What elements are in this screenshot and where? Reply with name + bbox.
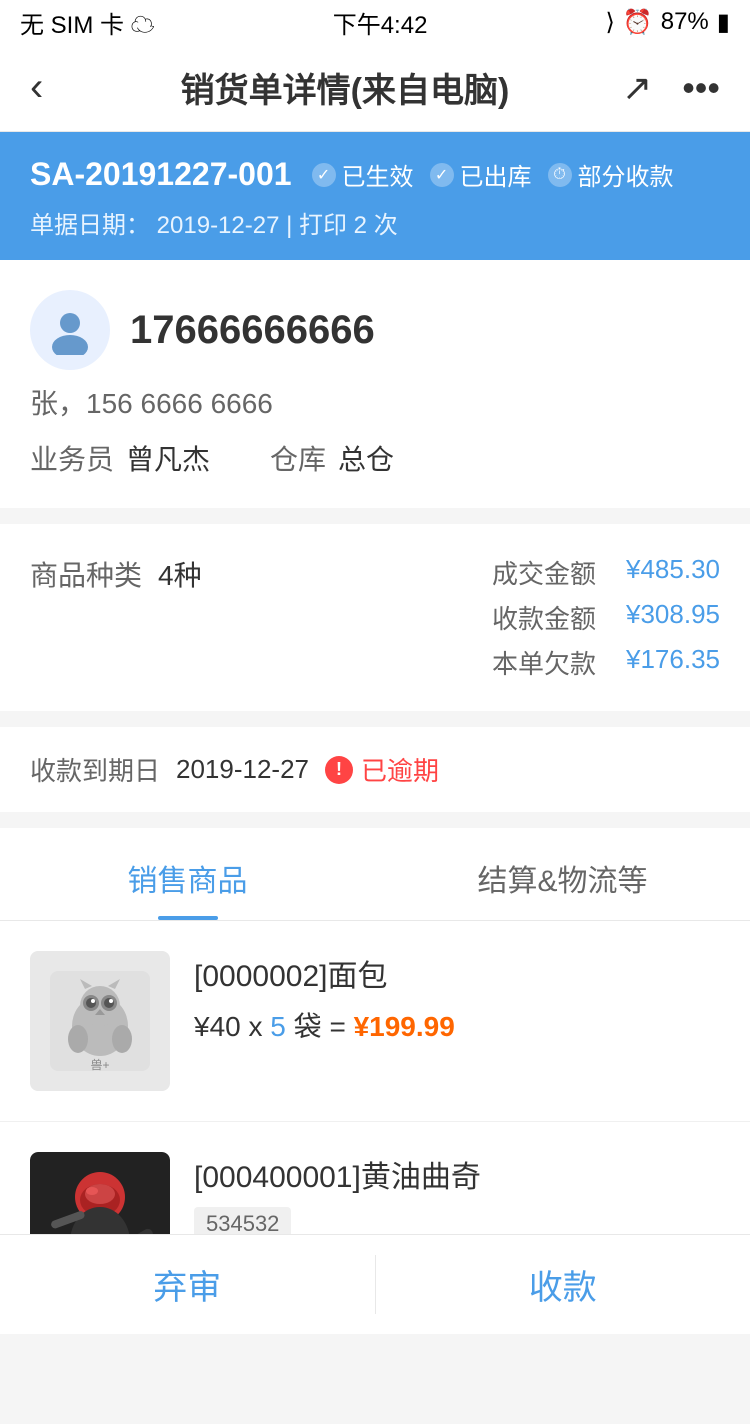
banner-top: SA-20191227-001 ✓ 已生效 ✓ 已出库 ⏱ 部分收款 — [30, 156, 720, 193]
financial-stats: 成交金额 ¥485.30 收款金额 ¥308.95 本单欠款 ¥176.35 — [492, 554, 720, 681]
received-value: ¥308.95 — [626, 599, 720, 636]
battery-label: 87% — [661, 8, 709, 36]
product-image-1: 兽+ — [30, 951, 170, 1091]
print-info: | 打印 2 次 — [286, 212, 398, 239]
customer-phone: 17666666666 — [130, 308, 375, 353]
sales-label: 业务员 — [30, 438, 114, 478]
battery-icon: ▮ — [717, 8, 730, 37]
status-badges: ✓ 已生效 ✓ 已出库 ⏱ 部分收款 — [312, 157, 674, 192]
warehouse-meta: 仓库 总仓 — [270, 438, 394, 478]
overdue-badge: ! 已逾期 — [325, 751, 439, 788]
quantity-1: 5 — [270, 1011, 286, 1042]
warehouse-value: 总仓 — [338, 438, 394, 478]
overdue-icon: ! — [325, 756, 353, 784]
equals-1: = — [329, 1011, 353, 1042]
amount-value: ¥485.30 — [626, 554, 720, 591]
avatar — [30, 290, 110, 370]
owed-label: 本单欠款 — [492, 644, 596, 681]
product-price-1: ¥40 x 5 袋 = ¥199.99 — [194, 1005, 720, 1045]
product-name-1: [0000002]面包 — [194, 951, 720, 995]
amount-row: 成交金额 ¥485.30 — [492, 554, 720, 591]
sales-value: 曾凡杰 — [126, 438, 210, 478]
warehouse-label: 仓库 — [270, 438, 326, 478]
stats-section: 商品种类 4种 成交金额 ¥485.30 收款金额 ¥308.95 本单欠款 ¥… — [0, 524, 750, 711]
back-button[interactable]: ‹ — [30, 65, 90, 110]
product-info-1: [0000002]面包 ¥40 x 5 袋 = ¥199.99 — [194, 951, 720, 1045]
customer-section: 17666666666 张，156 6666 6666 业务员 曾凡杰 仓库 总… — [0, 260, 750, 508]
check-icon-1: ✓ — [312, 163, 336, 187]
cancel-review-button[interactable]: 弃审 — [0, 1235, 375, 1334]
amount-label: 成交金额 — [492, 554, 596, 591]
total-1: ¥199.99 — [354, 1011, 455, 1042]
order-id: SA-20191227-001 — [30, 156, 292, 193]
share-icon[interactable]: ↗ — [622, 67, 652, 109]
owed-row: 本单欠款 ¥176.35 — [492, 644, 720, 681]
sim-label: 无 SIM 卡 ☁ — [20, 5, 155, 40]
tabs-header: 销售商品 结算&物流等 — [0, 828, 750, 921]
received-label: 收款金额 — [492, 599, 596, 636]
clock-icon: ⏱ — [548, 163, 572, 187]
nav-bar: ‹ 销货单详情(来自电脑) ↗ ••• — [0, 44, 750, 132]
customer-meta: 业务员 曾凡杰 仓库 总仓 — [30, 438, 720, 478]
tab-sales-products[interactable]: 销售商品 — [0, 828, 375, 920]
order-header: SA-20191227-001 ✓ 已生效 ✓ 已出库 ⏱ 部分收款 单据日期：… — [0, 132, 750, 260]
type-count: 4种 — [158, 554, 202, 594]
product-item-1: 兽+ [0000002]面包 ¥40 x 5 袋 = ¥199.99 — [0, 921, 750, 1122]
status-left: 无 SIM 卡 ☁ — [20, 5, 155, 40]
date-label: 单据日期： — [30, 212, 150, 239]
status-time: 下午4:42 — [333, 5, 428, 40]
page-title: 销货单详情(来自电脑) — [90, 63, 600, 112]
sales-meta: 业务员 曾凡杰 — [30, 438, 210, 478]
multiply-1: x — [249, 1011, 271, 1042]
collect-payment-button[interactable]: 收款 — [376, 1235, 750, 1334]
status-bar: 无 SIM 卡 ☁ 下午4:42 ⟩ ⏰ 87% ▮ — [0, 0, 750, 44]
more-icon[interactable]: ••• — [682, 67, 720, 109]
due-date-value: 2019-12-27 — [176, 754, 309, 785]
product-name-2: [000400001]黄油曲奇 — [194, 1152, 720, 1196]
badge-partial: ⏱ 部分收款 — [548, 157, 674, 192]
badge-effective: ✓ 已生效 — [312, 157, 414, 192]
check-icon-2: ✓ — [430, 163, 454, 187]
product-type-count: 商品种类 4种 — [30, 554, 202, 594]
location-icon: ⟩ — [605, 8, 614, 37]
svg-text:兽+: 兽+ — [90, 1058, 109, 1071]
customer-subinfo: 张，156 6666 6666 — [30, 382, 720, 422]
date-value: 2019-12-27 — [157, 212, 280, 239]
banner-date: 单据日期： 2019-12-27 | 打印 2 次 — [30, 205, 720, 240]
due-date-section: 收款到期日 2019-12-27 ! 已逾期 — [0, 727, 750, 812]
owed-value: ¥176.35 — [626, 644, 720, 681]
customer-row: 17666666666 — [30, 290, 720, 370]
bottom-bar: 弃审 收款 — [0, 1234, 750, 1334]
unit-1: 袋 — [294, 1011, 322, 1042]
nav-actions: ↗ ••• — [600, 67, 720, 109]
due-label: 收款到期日 — [30, 751, 160, 788]
overdue-text: 已逾期 — [361, 751, 439, 788]
tab-settlement[interactable]: 结算&物流等 — [375, 828, 750, 920]
badge-shipped: ✓ 已出库 — [430, 157, 532, 192]
price-unit-1: ¥40 — [194, 1011, 241, 1042]
type-label: 商品种类 — [30, 554, 142, 594]
received-row: 收款金额 ¥308.95 — [492, 599, 720, 636]
alarm-icon: ⏰ — [623, 8, 653, 37]
status-right: ⟩ ⏰ 87% ▮ — [605, 8, 730, 37]
